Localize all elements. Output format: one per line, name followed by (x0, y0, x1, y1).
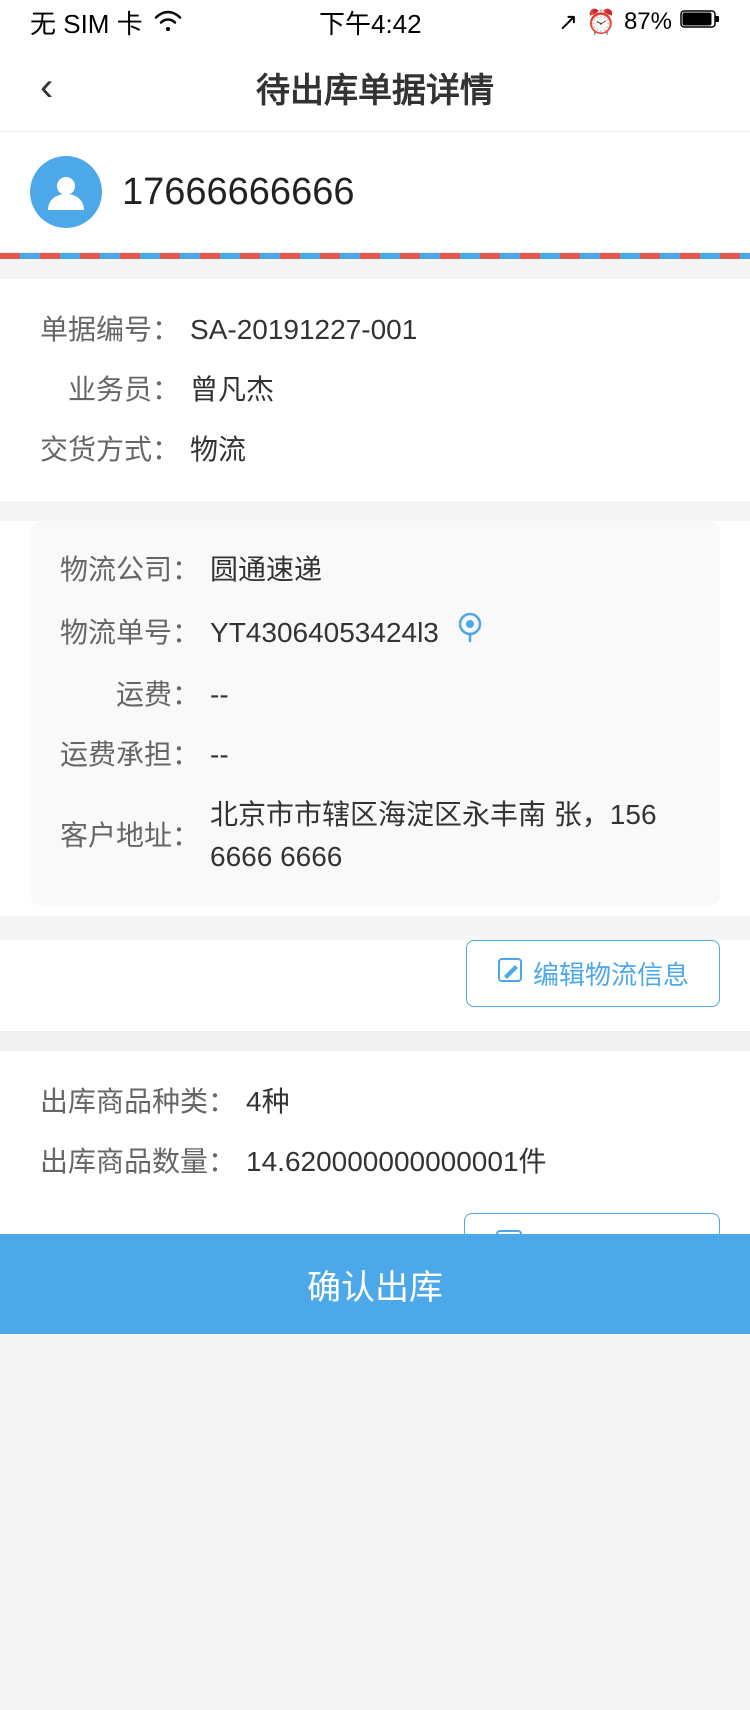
goods-types-label: 出库商品种类： (40, 1081, 236, 1123)
status-time: 下午4:42 (319, 4, 422, 41)
location-icon-status: ↗ (558, 8, 578, 37)
document-number-label: 单据编号： (40, 309, 180, 351)
address-row: 客户地址： 北京市市辖区海淀区永丰南 张，156 6666 6666 (60, 794, 690, 878)
goods-quantity-row: 出库商品数量： 14.620000000000001件 (40, 1141, 710, 1183)
wifi-icon (153, 7, 183, 38)
delivery-method-value: 物流 (180, 429, 710, 471)
freight-label: 运费： (60, 674, 200, 716)
freight-bearer-value: -- (200, 734, 690, 776)
status-right: ↗ ⏰ 87% (558, 8, 720, 37)
avatar (30, 156, 102, 228)
sales-person-row: 业务员： 曾凡杰 (40, 369, 710, 411)
edit-icon (497, 957, 523, 990)
battery-icon (680, 8, 720, 36)
logistics-company-row: 物流公司： 圆通速递 (60, 549, 690, 591)
customer-header: 17666666666 (0, 132, 750, 253)
bottom-padding (0, 1610, 750, 1710)
address-label: 客户地址： (60, 815, 200, 857)
delivery-method-label: 交货方式： (40, 429, 180, 471)
edit-logistics-label: 编辑物流信息 (533, 955, 689, 992)
tracking-row: 物流单号： YT43064053424l3 (60, 609, 690, 656)
goods-quantity-label: 出库商品数量： (40, 1141, 236, 1183)
battery-percent: 87% (624, 8, 672, 36)
logistics-section: 物流公司： 圆通速递 物流单号： YT43064053424l3 运费： -- (0, 521, 750, 916)
goods-types-value: 4种 (236, 1081, 710, 1123)
gray-divider (0, 1031, 750, 1051)
logistics-company-value: 圆通速递 (200, 549, 690, 591)
goods-quantity-value: 14.620000000000001件 (236, 1141, 710, 1183)
sales-person-label: 业务员： (40, 369, 180, 411)
freight-value: -- (200, 674, 690, 716)
logistics-card: 物流公司： 圆通速递 物流单号： YT43064053424l3 运费： -- (30, 521, 720, 906)
nav-title: 待出库单据详情 (256, 63, 494, 112)
goods-section: 出库商品种类： 4种 出库商品数量： 14.620000000000001件 (0, 1051, 750, 1213)
tracking-location-icon[interactable] (453, 609, 487, 656)
logistics-company-label: 物流公司： (60, 549, 200, 591)
spacer (0, 1310, 750, 1610)
basic-info-section: 单据编号： SA-20191227-001 业务员： 曾凡杰 交货方式： 物流 (0, 279, 750, 501)
address-value: 北京市市辖区海淀区永丰南 张，156 6666 6666 (200, 794, 690, 878)
customer-phone: 17666666666 (122, 171, 354, 214)
freight-bearer-label: 运费承担： (60, 734, 200, 776)
back-button[interactable]: ‹ (30, 55, 63, 120)
sim-status: 无 SIM 卡 (30, 4, 143, 41)
delivery-method-row: 交货方式： 物流 (40, 429, 710, 471)
status-bar: 无 SIM 卡 下午4:42 ↗ ⏰ 87% (0, 0, 750, 44)
status-left: 无 SIM 卡 (30, 4, 183, 41)
tracking-label: 物流单号： (60, 612, 200, 654)
dashed-divider (0, 253, 750, 259)
document-number-row: 单据编号： SA-20191227-001 (40, 309, 710, 351)
confirm-bar: 确认出库 (0, 1234, 750, 1334)
goods-types-row: 出库商品种类： 4种 (40, 1081, 710, 1123)
freight-bearer-row: 运费承担： -- (60, 734, 690, 776)
document-number-value: SA-20191227-001 (180, 309, 710, 351)
confirm-button[interactable]: 确认出库 (0, 1234, 750, 1334)
freight-row: 运费： -- (60, 674, 690, 716)
edit-logistics-section: 编辑物流信息 (0, 940, 750, 1031)
tracking-value: YT43064053424l3 (200, 609, 690, 656)
edit-logistics-button[interactable]: 编辑物流信息 (466, 940, 720, 1007)
sales-person-value: 曾凡杰 (180, 369, 710, 411)
alarm-icon: ⏰ (586, 8, 616, 37)
nav-bar: ‹ 待出库单据详情 (0, 44, 750, 132)
